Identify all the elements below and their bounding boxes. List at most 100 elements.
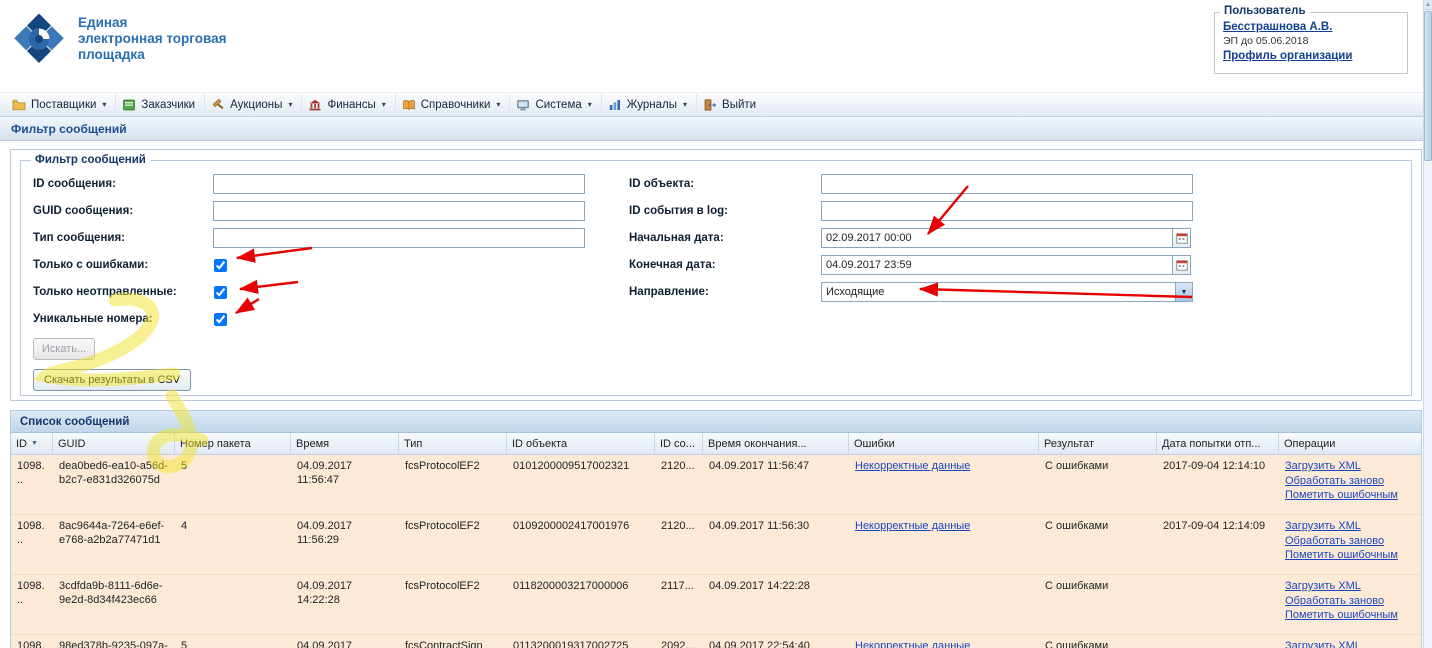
search-button[interactable]: Искать... (33, 338, 95, 360)
unique-numbers-checkbox[interactable] (214, 312, 227, 326)
error-details-link[interactable]: Некорректные данные (855, 640, 970, 648)
error-details-link[interactable]: Некорректные данные (855, 460, 970, 472)
operation-link[interactable]: Обработать заново (1285, 475, 1415, 489)
column-header-errors[interactable]: Ошибки (849, 433, 1039, 454)
cell-end_time: 04.09.2017 11:56:30 (709, 520, 810, 532)
column-header-result[interactable]: Результат (1039, 433, 1157, 454)
filter-legend: Фильтр сообщений (35, 154, 146, 166)
object-id-input[interactable] (821, 174, 1193, 194)
menu-item-customers[interactable]: Заказчики (116, 94, 206, 115)
eetp-logo-icon (12, 12, 66, 66)
column-header-id_so[interactable]: ID со... (655, 433, 703, 454)
column-header-id[interactable]: ID ▼ (11, 433, 53, 454)
cell-id_so: 2120... (661, 520, 695, 532)
menu-item-journals[interactable]: Журналы ▾ (602, 94, 698, 115)
filter-fieldset: Фильтр сообщений ID сообщения: GUID сооб… (20, 154, 1412, 396)
operation-link[interactable]: Загрузить XML (1285, 580, 1415, 594)
chart-bars-icon (608, 98, 622, 112)
calendar-icon[interactable] (1173, 228, 1191, 248)
message-id-input[interactable] (213, 174, 585, 194)
cell-errors (849, 575, 1039, 634)
operation-link[interactable]: Пометить ошибочным (1285, 549, 1415, 563)
cell-id: 1098... (17, 640, 45, 648)
column-header-attempt[interactable]: Дата попытки отп... (1157, 433, 1279, 454)
customers-icon (122, 98, 136, 112)
operation-link[interactable]: Обработать заново (1285, 535, 1415, 549)
cell-operations: Загрузить XMLОбработать зановоПометить о… (1279, 455, 1421, 514)
menu-item-system[interactable]: Система ▾ (510, 94, 602, 115)
cell-object_id: 0101200009517002321 (513, 460, 630, 472)
cell-packet: 5 (181, 640, 188, 648)
user-name-link[interactable]: Бесстрашнова А.В. (1223, 20, 1399, 34)
operation-link[interactable]: Пометить ошибочным (1285, 609, 1415, 623)
download-csv-button[interactable]: Скачать результаты в CSV (33, 369, 192, 391)
cell-end_time: 04.09.2017 14:22:28 (709, 580, 810, 592)
menu-item-label: Выйти (722, 98, 757, 111)
page-title: Фильтр сообщений (0, 117, 1432, 141)
monitor-icon (516, 98, 530, 112)
menu-item-references[interactable]: Справочники ▾ (396, 94, 511, 115)
operation-link[interactable]: Загрузить XML (1285, 640, 1415, 648)
caret-down-icon: ▾ (381, 100, 386, 109)
cell-guid: 3cdfda9b-8111-6d6e-9e2d-8d34f423ec66 (59, 580, 163, 606)
cell-end_time: 04.09.2017 11:56:47 (709, 460, 810, 472)
cell-attempt (1157, 635, 1279, 648)
direction-select[interactable]: Исходящие ▼ (821, 282, 1193, 302)
cell-id_so: 2092... (661, 640, 695, 648)
cell-time: 04.09.2017 14:22:28 (297, 580, 353, 606)
table-title: Список сообщений (11, 411, 1421, 433)
cell-errors: Некорректные данные (849, 635, 1039, 648)
operation-link[interactable]: Загрузить XML (1285, 460, 1415, 474)
end-date-input[interactable] (821, 255, 1173, 275)
cell-id: 1098... (17, 580, 45, 606)
bank-icon (308, 98, 322, 112)
menu-item-auctions[interactable]: Аукционы ▾ (205, 94, 303, 115)
cell-attempt: 2017-09-04 12:14:10 (1163, 460, 1266, 472)
column-header-packet[interactable]: Номер пакета (175, 433, 291, 454)
cell-guid: dea0bed6-ea10-a56d-b2c7-e831d326075d (59, 460, 168, 486)
cell-packet: 5 (181, 460, 188, 472)
column-header-time[interactable]: Время (291, 433, 399, 454)
cell-guid: 8ac9644a-7264-e6ef-e768-a2b2a77471d1 (59, 520, 165, 546)
log-event-id-input[interactable] (821, 201, 1193, 221)
operation-link[interactable]: Пометить ошибочным (1285, 489, 1415, 503)
error-details-link[interactable]: Некорректные данные (855, 520, 970, 532)
cell-operations: Загрузить XMLОбработать зановоПометить о… (1279, 635, 1421, 648)
column-header-operations[interactable]: Операции (1279, 433, 1421, 454)
column-header-end_time[interactable]: Время окончания... (703, 433, 849, 454)
calendar-icon[interactable] (1173, 255, 1191, 275)
cell-id: 1098... (17, 520, 45, 546)
message-guid-label: GUID сообщения: (33, 205, 134, 217)
vertical-scrollbar[interactable]: ▲ (1423, 0, 1432, 648)
menu-item-suppliers[interactable]: Поставщики ▾ (6, 94, 117, 115)
menu-item-label: Справочники (420, 98, 491, 111)
menu-item-label: Поставщики (31, 98, 97, 111)
column-header-object_id[interactable]: ID объекта (507, 433, 655, 454)
only-errors-checkbox[interactable] (214, 258, 227, 272)
cell-packet (175, 575, 291, 634)
only-unsent-checkbox[interactable] (214, 285, 227, 299)
scroll-up-arrow-icon[interactable]: ▲ (1424, 0, 1432, 10)
message-type-label: Тип сообщения: (33, 232, 125, 244)
column-header-type[interactable]: Тип (399, 433, 507, 454)
direction-selected-value: Исходящие (826, 286, 885, 298)
column-header-guid[interactable]: GUID (53, 433, 175, 454)
operation-link[interactable]: Загрузить XML (1285, 520, 1415, 534)
menu-item-finance[interactable]: Финансы ▾ (302, 94, 396, 115)
scrollbar-thumb[interactable] (1424, 11, 1432, 161)
organization-profile-link[interactable]: Профиль организации (1223, 49, 1399, 63)
start-date-input[interactable] (821, 228, 1173, 248)
certificate-info: ЭП до 05.06.2018 (1223, 35, 1309, 47)
cell-operations: Загрузить XMLОбработать зановоПометить о… (1279, 515, 1421, 574)
caret-down-icon: ▾ (288, 100, 293, 109)
message-type-input[interactable] (213, 228, 585, 248)
message-guid-input[interactable] (213, 201, 585, 221)
cell-result: С ошибками (1045, 640, 1109, 648)
cell-attempt: 2017-09-04 12:14:09 (1163, 520, 1266, 532)
cell-type: fcsContractSign (405, 640, 483, 648)
object-id-label: ID объекта: (629, 178, 695, 190)
operation-link[interactable]: Обработать заново (1285, 595, 1415, 609)
logo-title: Единая электронная торговая площадка (78, 15, 227, 62)
menu-item-exit[interactable]: Выйти (697, 94, 765, 115)
caret-down-icon: ▾ (496, 100, 501, 109)
